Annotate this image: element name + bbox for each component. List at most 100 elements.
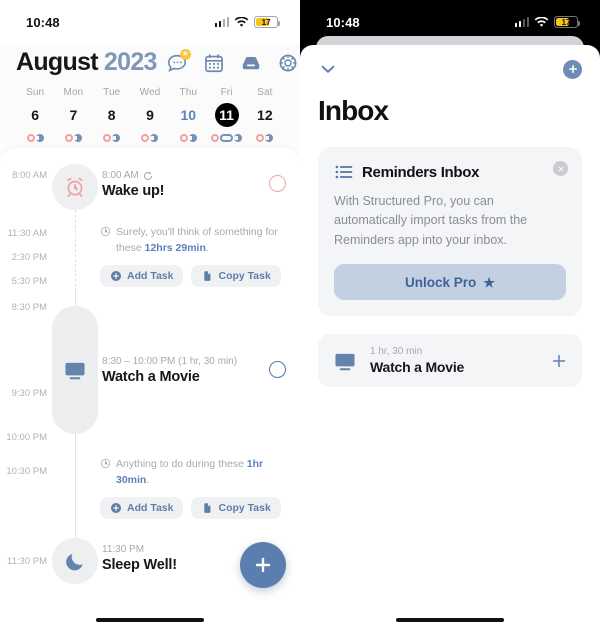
day-name: Tue xyxy=(103,87,121,98)
day-task-dots xyxy=(103,133,121,143)
day-task-dots xyxy=(256,133,274,143)
reminders-list-icon xyxy=(335,165,353,179)
gap-actions: Add Task Copy Task xyxy=(100,264,290,287)
day-number-wrap: 8 xyxy=(100,103,124,127)
day-number-wrap: 12 xyxy=(253,103,277,127)
day-column-11[interactable]: Fri 11 xyxy=(207,87,245,143)
timeline-event-watch-a-movie[interactable]: 8:30 – 10:00 PM (1 hr, 30 min) Watch a M… xyxy=(102,356,288,385)
inbox-tray-icon[interactable] xyxy=(240,52,262,74)
timeline-time-label: 10:30 PM xyxy=(6,466,47,477)
event-title: Wake up! xyxy=(102,183,165,199)
gap-actions: Add Task Copy Task xyxy=(100,496,290,519)
timeline-node-sleep-well[interactable] xyxy=(52,538,98,584)
close-icon[interactable] xyxy=(553,161,568,176)
timeline-time-label: 8:00 AM xyxy=(12,170,47,181)
task-duration: 1 hr, 30 min xyxy=(370,346,423,358)
clock-icon xyxy=(100,226,111,237)
day-column-9[interactable]: Wed 9 xyxy=(131,87,169,143)
event-checkbox-wake-up[interactable] xyxy=(269,175,286,192)
copy-task-button[interactable]: Copy Task xyxy=(191,496,281,519)
task-dot-ring xyxy=(256,134,265,142)
day-column-10[interactable]: Thu 10 xyxy=(169,87,207,143)
timeline-time-label: 2:30 PM xyxy=(11,252,47,263)
event-time: 8:00 AM xyxy=(102,170,139,181)
pro-star-icon: ★ xyxy=(483,274,495,290)
plus-circle-icon xyxy=(111,502,121,513)
home-indicator xyxy=(396,618,504,622)
status-indicators: 17 xyxy=(214,16,280,28)
chevron-down-icon[interactable] xyxy=(318,59,338,79)
copy-task-button[interactable]: Copy Task xyxy=(191,264,281,287)
day-column-8[interactable]: Tue 8 xyxy=(93,87,131,143)
task-dot-half xyxy=(264,134,274,142)
task-title: Watch a Movie xyxy=(370,359,465,376)
calendar-title-row: August 2023 ★ xyxy=(16,44,297,77)
phone-left-timeline: 10:48 17 August 2023 ★ Sun 6 Mon 7 Tue 8… xyxy=(0,0,300,640)
task-dot-ring xyxy=(179,134,188,142)
timeline-node-wake-up[interactable] xyxy=(52,164,98,210)
timeline-event-wake-up[interactable]: 8:00 AM Wake up! xyxy=(102,170,288,199)
status-indicators: 17 xyxy=(514,16,580,28)
day-name: Fri xyxy=(220,87,233,98)
tv-icon xyxy=(335,353,355,370)
day-number-wrap: 10 xyxy=(176,103,200,127)
add-task-button[interactable]: Add Task xyxy=(100,496,184,519)
settings-gear-icon[interactable] xyxy=(277,52,299,74)
add-task-to-day-icon[interactable] xyxy=(550,352,568,370)
timeline-time-label: 9:30 PM xyxy=(11,388,47,399)
battery-icon: 17 xyxy=(554,16,580,28)
promo-header: Reminders Inbox xyxy=(334,162,566,182)
task-dot-half xyxy=(35,134,44,142)
gap-duration: 12hrs 29min xyxy=(144,242,206,255)
day-name: Sat xyxy=(257,87,273,98)
day-column-6[interactable]: Sun 6 xyxy=(16,87,54,143)
day-column-12[interactable]: Sat 12 xyxy=(246,87,284,143)
day-number: 7 xyxy=(69,107,78,123)
page-title-year: 2023 xyxy=(103,48,158,76)
copy-icon xyxy=(204,502,211,513)
timeline-block-watch-a-movie[interactable] xyxy=(52,306,98,434)
day-number-wrap: 7 xyxy=(61,103,85,127)
calendar-icon[interactable] xyxy=(203,52,225,74)
day-number-wrap: 11 xyxy=(214,103,239,127)
day-task-dots xyxy=(64,133,82,143)
wifi-icon xyxy=(234,16,249,27)
calendar-header: August 2023 ★ Sun 6 Mon 7 Tue 8 Wed 9 Th… xyxy=(0,44,300,143)
clock-icon xyxy=(100,458,111,469)
plus-icon xyxy=(255,557,271,573)
battery-icon: 17 xyxy=(254,16,280,28)
copy-task-label: Copy Task xyxy=(218,501,271,514)
chat-star-icon[interactable]: ★ xyxy=(166,48,191,74)
sheet-top-bar xyxy=(300,45,600,79)
status-time: 10:48 xyxy=(26,14,60,30)
add-task-button[interactable]: Add Task xyxy=(100,264,184,287)
add-inbox-item-button[interactable] xyxy=(563,59,582,79)
gap-suffix: . xyxy=(146,474,150,487)
event-checkbox-watch-a-movie[interactable] xyxy=(269,361,286,378)
add-task-fab[interactable] xyxy=(240,542,286,588)
status-bar-right: 10:48 17 xyxy=(300,0,600,44)
copy-icon xyxy=(204,270,211,281)
day-task-dots xyxy=(26,133,44,143)
alarm-clock-icon xyxy=(67,177,83,197)
inbox-task-watch-a-movie[interactable]: 1 hr, 30 min Watch a Movie xyxy=(318,334,582,388)
task-dot-ring xyxy=(211,134,220,142)
plus-circle-icon xyxy=(111,270,121,281)
day-name: Mon xyxy=(63,87,84,98)
status-time: 10:48 xyxy=(326,14,360,30)
day-name: Wed xyxy=(139,87,161,98)
task-dot-ring xyxy=(103,134,112,142)
copy-task-label: Copy Task xyxy=(218,269,271,282)
cellular-signal-icon xyxy=(514,17,529,27)
day-task-dots xyxy=(211,133,243,143)
page-title-month: August xyxy=(16,48,99,76)
task-dot-ring xyxy=(141,134,150,142)
timeline-time-label: 5:30 PM xyxy=(11,276,47,287)
day-number: 6 xyxy=(31,107,40,123)
event-time: 8:30 – 10:00 PM (1 hr, 30 min) xyxy=(102,356,238,367)
day-name: Sun xyxy=(26,87,45,98)
day-column-7[interactable]: Mon 7 xyxy=(54,87,92,143)
gap-suffix: . xyxy=(205,242,209,255)
unlock-pro-button[interactable]: Unlock Pro ★ xyxy=(334,264,566,301)
week-strip: Sun 6 Mon 7 Tue 8 Wed 9 Thu 10 Fri 11 Sat 12 xyxy=(16,87,284,143)
